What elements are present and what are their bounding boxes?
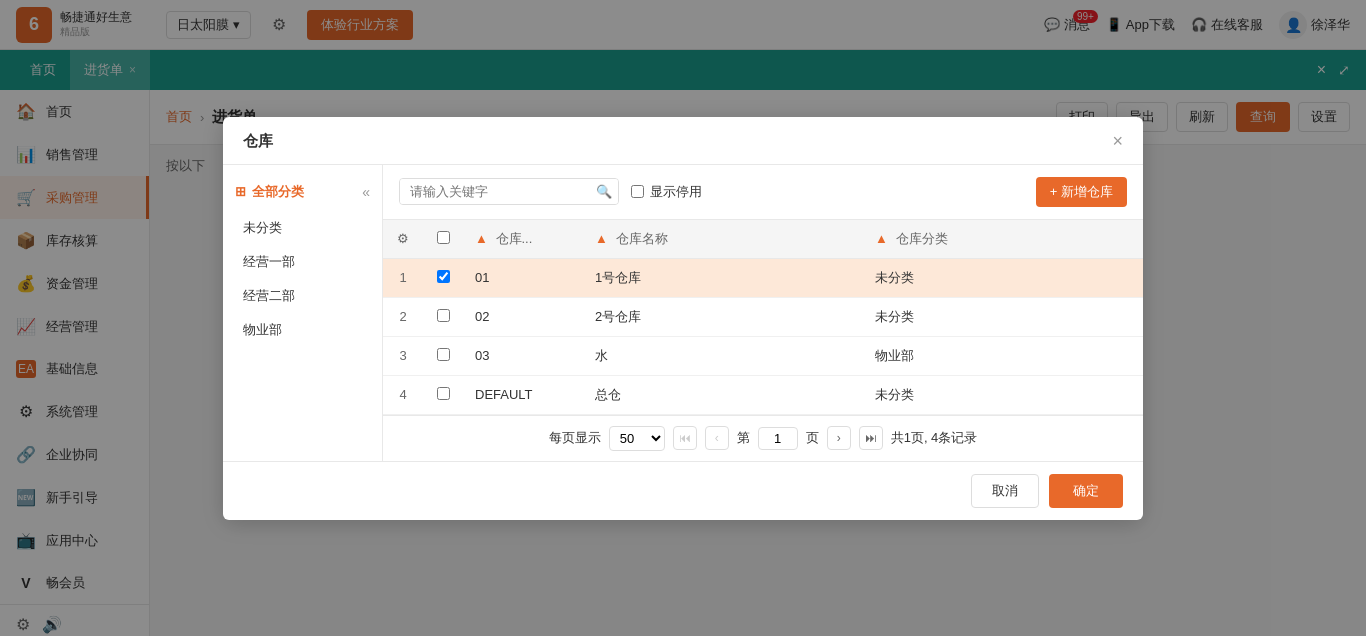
warehouse-modal: 仓库 × ⊞ 全部分类 « 未分类 经营一部: [223, 117, 1143, 520]
show-disabled-checkbox[interactable]: [631, 185, 644, 198]
add-warehouse-button[interactable]: + 新增仓库: [1036, 177, 1127, 207]
row-code-4: DEFAULT: [463, 375, 583, 414]
per-page-label: 每页显示: [549, 429, 601, 447]
th-category-label: 仓库分类: [896, 231, 948, 246]
th-name: ▲ 仓库名称: [583, 220, 863, 259]
row-num-4: 4: [383, 375, 423, 414]
th-code: ▲ 仓库...: [463, 220, 583, 259]
sort-name-icon: ▲: [595, 231, 608, 246]
table-toolbar: 🔍 显示停用 + 新增仓库: [383, 165, 1143, 220]
row-category-1: 未分类: [863, 258, 1143, 297]
warehouse-table: ⚙ ▲ 仓库... ▲: [383, 220, 1143, 415]
category-item-operations2[interactable]: 经营二部: [223, 279, 382, 313]
table-row[interactable]: 1 01 1号仓库 未分类: [383, 258, 1143, 297]
row-check-1[interactable]: [437, 270, 450, 283]
row-category-3: 物业部: [863, 336, 1143, 375]
modal-footer: 取消 确定: [223, 461, 1143, 520]
show-disabled-label[interactable]: 显示停用: [631, 183, 702, 201]
grid-icon: ⊞: [235, 184, 246, 199]
modal-overlay: 仓库 × ⊞ 全部分类 « 未分类 经营一部: [0, 0, 1366, 636]
per-page-select[interactable]: 50 10 20 100: [609, 426, 665, 451]
category-ops2-label: 经营二部: [243, 288, 295, 303]
settings-icon: ⚙: [397, 231, 409, 246]
category-collapse-button[interactable]: «: [362, 184, 370, 200]
modal-close-button[interactable]: ×: [1112, 131, 1123, 152]
pagination-bar: 每页显示 50 10 20 100 ⏮ ‹ 第 页 › ⏭ 共1页, 4条记录: [383, 415, 1143, 461]
row-num-3: 3: [383, 336, 423, 375]
category-property-label: 物业部: [243, 322, 282, 337]
row-code-3: 03: [463, 336, 583, 375]
sort-category-icon: ▲: [875, 231, 888, 246]
row-num-1: 1: [383, 258, 423, 297]
search-box: 🔍: [399, 178, 619, 205]
show-disabled-text: 显示停用: [650, 183, 702, 201]
row-check-3[interactable]: [437, 348, 450, 361]
confirm-button[interactable]: 确定: [1049, 474, 1123, 508]
row-num-2: 2: [383, 297, 423, 336]
prev-page-button[interactable]: ‹: [705, 426, 729, 450]
th-settings: ⚙: [383, 220, 423, 259]
select-all-checkbox[interactable]: [437, 231, 450, 244]
category-ops1-label: 经营一部: [243, 254, 295, 269]
page-label: 第: [737, 429, 750, 447]
page-number-input[interactable]: [758, 427, 798, 450]
data-table: ⚙ ▲ 仓库... ▲: [383, 220, 1143, 415]
table-panel: 🔍 显示停用 + 新增仓库 ⚙: [383, 165, 1143, 461]
row-checkbox-4[interactable]: [423, 375, 463, 414]
category-item-property[interactable]: 物业部: [223, 313, 382, 347]
modal-title: 仓库: [243, 132, 273, 151]
category-unclassified-label: 未分类: [243, 220, 282, 235]
row-name-1: 1号仓库: [583, 258, 863, 297]
sort-code-icon: ▲: [475, 231, 488, 246]
modal-body: ⊞ 全部分类 « 未分类 经营一部 经营二部 物业部: [223, 165, 1143, 461]
row-code-2: 02: [463, 297, 583, 336]
search-input[interactable]: [400, 179, 588, 204]
table-row[interactable]: 2 02 2号仓库 未分类: [383, 297, 1143, 336]
table-row[interactable]: 4 DEFAULT 总仓 未分类: [383, 375, 1143, 414]
first-page-button[interactable]: ⏮: [673, 426, 697, 450]
category-item-operations1[interactable]: 经营一部: [223, 245, 382, 279]
cancel-button[interactable]: 取消: [971, 474, 1039, 508]
category-title: ⊞ 全部分类: [235, 183, 304, 201]
row-check-4[interactable]: [437, 387, 450, 400]
row-checkbox-1[interactable]: [423, 258, 463, 297]
category-title-text: 全部分类: [252, 183, 304, 201]
row-name-2: 2号仓库: [583, 297, 863, 336]
modal-header: 仓库 ×: [223, 117, 1143, 165]
category-panel: ⊞ 全部分类 « 未分类 经营一部 经营二部 物业部: [223, 165, 383, 461]
row-check-2[interactable]: [437, 309, 450, 322]
next-page-button[interactable]: ›: [827, 426, 851, 450]
th-category: ▲ 仓库分类: [863, 220, 1143, 259]
page-unit: 页: [806, 429, 819, 447]
search-icon[interactable]: 🔍: [588, 179, 619, 204]
row-category-4: 未分类: [863, 375, 1143, 414]
table-row[interactable]: 3 03 水 物业部: [383, 336, 1143, 375]
row-name-4: 总仓: [583, 375, 863, 414]
table-header-row: ⚙ ▲ 仓库... ▲: [383, 220, 1143, 259]
row-checkbox-2[interactable]: [423, 297, 463, 336]
row-name-3: 水: [583, 336, 863, 375]
row-code-1: 01: [463, 258, 583, 297]
total-info: 共1页, 4条记录: [891, 429, 978, 447]
category-header: ⊞ 全部分类 «: [223, 177, 382, 211]
th-code-label: 仓库...: [496, 231, 533, 246]
last-page-button[interactable]: ⏭: [859, 426, 883, 450]
row-category-2: 未分类: [863, 297, 1143, 336]
th-checkbox: [423, 220, 463, 259]
category-item-unclassified[interactable]: 未分类: [223, 211, 382, 245]
row-checkbox-3[interactable]: [423, 336, 463, 375]
th-name-label: 仓库名称: [616, 231, 668, 246]
